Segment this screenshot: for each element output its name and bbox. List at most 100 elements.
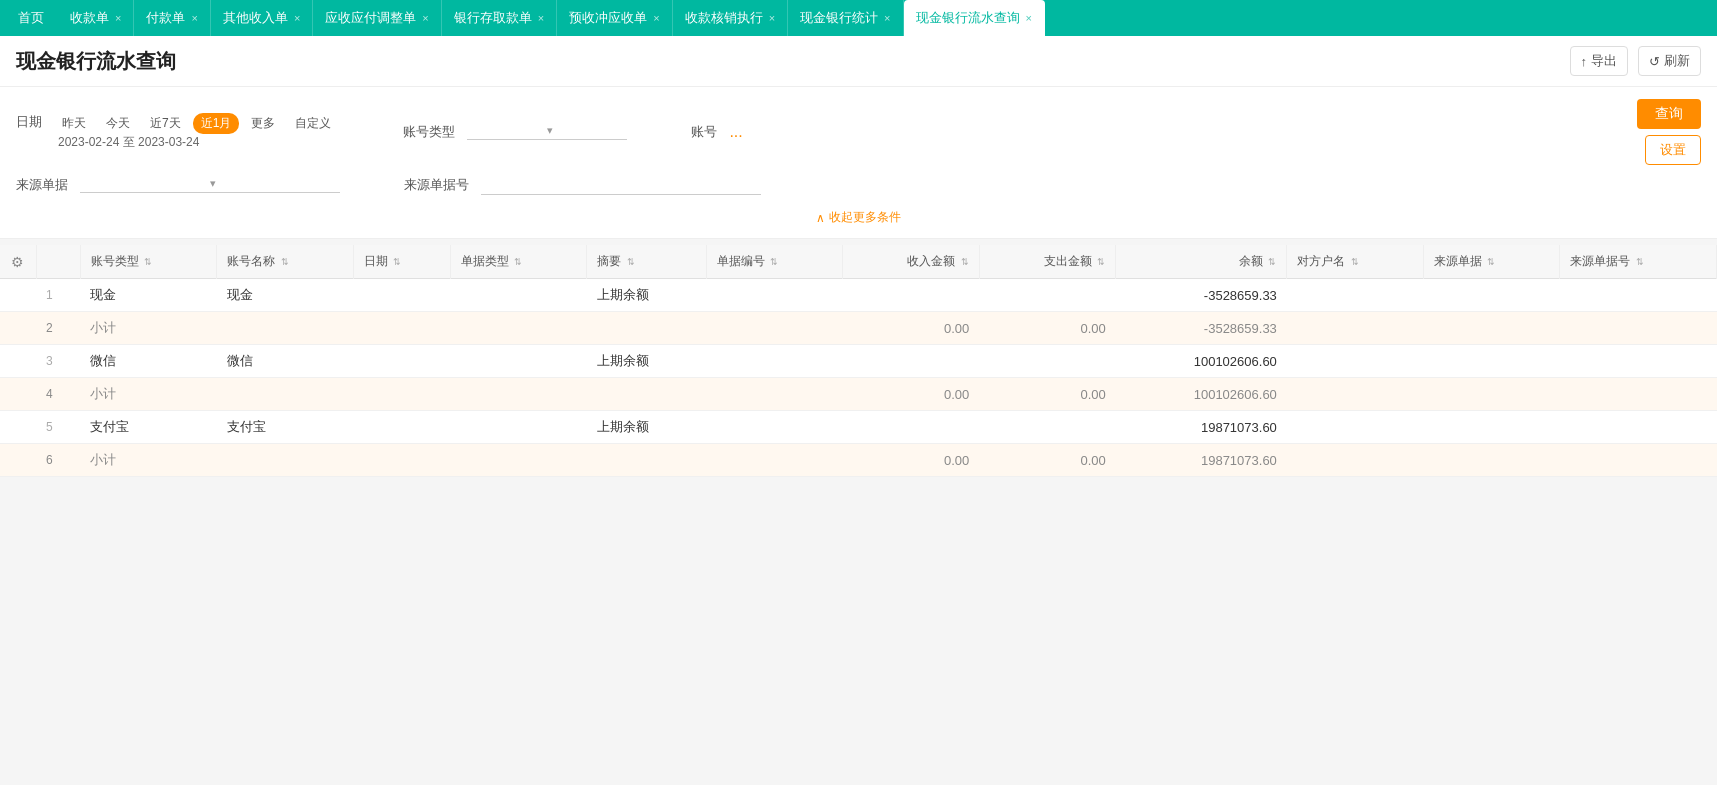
td-account-type: 小计 bbox=[80, 444, 217, 477]
td-source-doc bbox=[1423, 345, 1560, 378]
sort-icon[interactable]: ⇅ bbox=[281, 257, 289, 267]
sort-icon[interactable]: ⇅ bbox=[961, 257, 969, 267]
account-type-select[interactable]: ▾ bbox=[467, 124, 627, 140]
table-row: 1现金现金上期余额-3528659.33 bbox=[0, 279, 1717, 312]
gear-icon[interactable]: ⚙ bbox=[11, 254, 24, 270]
close-icon[interactable]: × bbox=[422, 12, 428, 24]
nav-tab-other-income[interactable]: 其他收入单 × bbox=[211, 0, 313, 36]
nav-tab-fukuan[interactable]: 付款单 × bbox=[134, 0, 210, 36]
export-button[interactable]: ↑ 导出 bbox=[1570, 46, 1629, 76]
td-income: 0.00 bbox=[843, 444, 980, 477]
close-icon[interactable]: × bbox=[294, 12, 300, 24]
td-doc-type bbox=[450, 312, 587, 345]
td-summary: 上期余额 bbox=[587, 279, 706, 312]
td-counterpart bbox=[1287, 411, 1424, 444]
sort-icon[interactable]: ⇅ bbox=[393, 257, 401, 267]
date-opt-custom[interactable]: 自定义 bbox=[287, 113, 339, 134]
td-expense: 0.00 bbox=[979, 378, 1116, 411]
date-opt-today[interactable]: 今天 bbox=[98, 113, 138, 134]
query-button[interactable]: 查询 bbox=[1637, 99, 1701, 129]
table-row: 5支付宝支付宝上期余额19871073.60 bbox=[0, 411, 1717, 444]
source-doc-no-input[interactable] bbox=[481, 175, 761, 195]
close-icon[interactable]: × bbox=[115, 12, 121, 24]
sort-icon[interactable]: ⇅ bbox=[1268, 257, 1276, 267]
td-date bbox=[353, 345, 450, 378]
date-opt-1month[interactable]: 近1月 bbox=[193, 113, 240, 134]
nav-tab-bank-flow[interactable]: 现金银行流水查询 × bbox=[904, 0, 1045, 36]
sort-icon[interactable]: ⇅ bbox=[770, 257, 778, 267]
collapse-bar[interactable]: ∧ 收起更多条件 bbox=[16, 205, 1701, 230]
close-icon[interactable]: × bbox=[653, 12, 659, 24]
th-gear: ⚙ bbox=[0, 245, 36, 279]
td-summary: 上期余额 bbox=[587, 345, 706, 378]
date-range-display: 2023-02-24 至 2023-03-24 bbox=[58, 134, 339, 151]
td-date bbox=[353, 279, 450, 312]
th-source-doc-no: 来源单据号 ⇅ bbox=[1560, 245, 1717, 279]
nav-tab-shoukuan[interactable]: 收款单 × bbox=[58, 0, 134, 36]
table-row: 4小计0.000.00100102606.60 bbox=[0, 378, 1717, 411]
nav-tab-bank-deposit[interactable]: 银行存取款单 × bbox=[442, 0, 557, 36]
td-gear bbox=[0, 378, 36, 411]
td-doc-no bbox=[706, 312, 843, 345]
date-opt-7days[interactable]: 近7天 bbox=[142, 113, 189, 134]
td-doc-no bbox=[706, 378, 843, 411]
td-balance: 19871073.60 bbox=[1116, 411, 1287, 444]
td-account-name: 支付宝 bbox=[217, 411, 354, 444]
date-filter-group: 日期 昨天 今天 近7天 近1月 更多 自定义 2023-02-24 至 202… bbox=[16, 113, 339, 151]
td-source-doc bbox=[1423, 411, 1560, 444]
td-account-type: 微信 bbox=[80, 345, 217, 378]
date-opt-yesterday[interactable]: 昨天 bbox=[54, 113, 94, 134]
td-counterpart bbox=[1287, 312, 1424, 345]
sort-icon[interactable]: ⇅ bbox=[1097, 257, 1105, 267]
close-icon[interactable]: × bbox=[538, 12, 544, 24]
td-account-type: 小计 bbox=[80, 312, 217, 345]
td-income bbox=[843, 279, 980, 312]
nav-tab-adjust[interactable]: 应收应付调整单 × bbox=[313, 0, 441, 36]
account-no-more[interactable]: ... bbox=[729, 123, 742, 141]
nav-tab-verify[interactable]: 收款核销执行 × bbox=[673, 0, 788, 36]
th-counterpart: 对方户名 ⇅ bbox=[1287, 245, 1424, 279]
td-counterpart bbox=[1287, 378, 1424, 411]
sort-icon[interactable]: ⇅ bbox=[1487, 257, 1495, 267]
th-num bbox=[36, 245, 80, 279]
sort-icon[interactable]: ⇅ bbox=[1351, 257, 1359, 267]
th-doc-type: 单据类型 ⇅ bbox=[450, 245, 587, 279]
th-date: 日期 ⇅ bbox=[353, 245, 450, 279]
date-options: 昨天 今天 近7天 近1月 更多 自定义 bbox=[54, 113, 339, 134]
td-expense bbox=[979, 411, 1116, 444]
td-source-doc bbox=[1423, 378, 1560, 411]
nav-tab-prepay[interactable]: 预收冲应收单 × bbox=[557, 0, 672, 36]
sort-icon[interactable]: ⇅ bbox=[144, 257, 152, 267]
table-row: 6小计0.000.0019871073.60 bbox=[0, 444, 1717, 477]
sort-icon[interactable]: ⇅ bbox=[627, 257, 635, 267]
close-icon[interactable]: × bbox=[884, 12, 890, 24]
sort-icon[interactable]: ⇅ bbox=[514, 257, 522, 267]
close-icon[interactable]: × bbox=[769, 12, 775, 24]
nav-tab-bank-stat[interactable]: 现金银行统计 × bbox=[788, 0, 903, 36]
th-source-doc: 来源单据 ⇅ bbox=[1423, 245, 1560, 279]
td-doc-no bbox=[706, 411, 843, 444]
filter-row-1: 日期 昨天 今天 近7天 近1月 更多 自定义 2023-02-24 至 202… bbox=[16, 99, 1701, 165]
td-income: 0.00 bbox=[843, 312, 980, 345]
td-expense: 0.00 bbox=[979, 444, 1116, 477]
td-num: 5 bbox=[36, 411, 80, 444]
date-opt-more[interactable]: 更多 bbox=[243, 113, 283, 134]
source-doc-label: 来源单据 bbox=[16, 176, 68, 194]
source-doc-no-filter-group: 来源单据号 bbox=[404, 175, 761, 195]
td-account-name: 微信 bbox=[217, 345, 354, 378]
td-source-doc bbox=[1423, 312, 1560, 345]
close-icon[interactable]: × bbox=[191, 12, 197, 24]
th-expense: 支出金额 ⇅ bbox=[979, 245, 1116, 279]
td-gear bbox=[0, 345, 36, 378]
table-row: 2小计0.000.00-3528659.33 bbox=[0, 312, 1717, 345]
settings-button[interactable]: 设置 bbox=[1645, 135, 1701, 165]
close-icon[interactable]: × bbox=[1026, 12, 1032, 24]
refresh-button[interactable]: ↺ 刷新 bbox=[1638, 46, 1701, 76]
source-doc-select[interactable]: ▾ bbox=[80, 177, 340, 193]
page-header: 现金银行流水查询 ↑ 导出 ↺ 刷新 bbox=[0, 36, 1717, 87]
td-account-type: 支付宝 bbox=[80, 411, 217, 444]
sort-icon[interactable]: ⇅ bbox=[1636, 257, 1644, 267]
nav-home[interactable]: 首页 bbox=[4, 9, 58, 27]
td-account-type: 现金 bbox=[80, 279, 217, 312]
td-counterpart bbox=[1287, 444, 1424, 477]
